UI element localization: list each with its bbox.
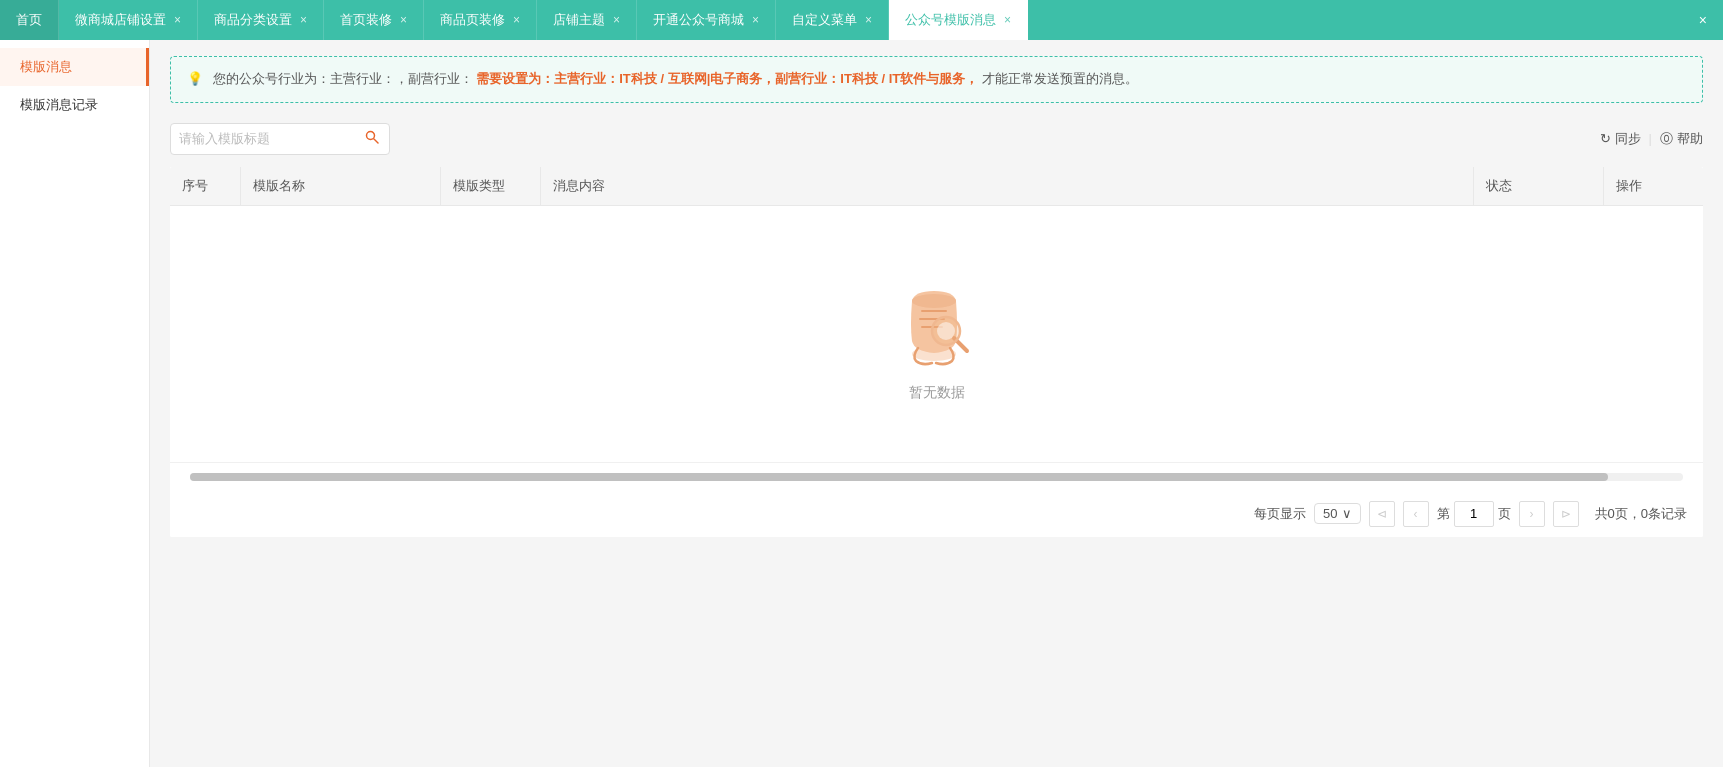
svg-point-3 [912,294,956,308]
page-label: 第 [1437,505,1450,523]
notice-icon: 💡 [187,69,203,90]
scrollbar-thumb[interactable] [190,473,1608,481]
notice-suffix: 才能正常发送预置的消息。 [982,71,1138,86]
main-layout: 模版消息 模版消息记录 💡 您的公众号行业为：主营行业：，副营行业： 需要设置为… [0,40,1723,767]
sync-label: 同步 [1615,130,1641,148]
nav-home-decor-close[interactable]: × [400,13,407,27]
nav-shop-theme-label: 店铺主题 [553,11,605,29]
search-icon [365,130,379,144]
nav-template-msg[interactable]: 公众号模版消息 × [889,0,1028,40]
page-size-label: 每页显示 [1254,505,1306,523]
col-action: 操作 [1603,167,1703,206]
nav-shop-setting[interactable]: 微商城店铺设置 × [59,0,198,40]
nav-category-setting[interactable]: 商品分类设置 × [198,0,324,40]
global-close-icon: × [1699,12,1707,28]
page-size-chevron: ∨ [1342,506,1352,521]
sidebar-template-msg-label: 模版消息 [20,59,72,74]
empty-illustration [882,266,992,376]
nav-shop-setting-close[interactable]: × [174,13,181,27]
help-button[interactable]: ⓪ 帮助 [1660,130,1703,148]
top-nav: 首页 微商城店铺设置 × 商品分类设置 × 首页装修 × 商品页装修 × 店铺主… [0,0,1723,40]
nav-spacer [1028,0,1683,40]
prev-page-button[interactable]: ‹ [1403,501,1429,527]
pagination: 每页显示 50 ∨ ⊲ ‹ 第 页 › ⊳ 共0页，0条记录 [170,491,1703,537]
nav-product-decor-close[interactable]: × [513,13,520,27]
page-input[interactable] [1454,501,1494,527]
total-label: 共0页，0条记录 [1595,505,1687,523]
nav-home[interactable]: 首页 [0,0,59,40]
search-button[interactable] [363,130,381,147]
svg-point-9 [937,322,955,340]
sidebar-item-template-record[interactable]: 模版消息记录 [0,86,149,124]
notice-prefix: 您的公众号行业为：主营行业：，副营行业： [213,71,473,86]
sync-button[interactable]: ↻ 同步 [1600,130,1641,148]
page-input-wrap: 第 页 [1437,501,1511,527]
nav-wechat-mall-close[interactable]: × [752,13,759,27]
toolbar-divider: | [1649,131,1652,146]
search-input-wrap[interactable] [170,123,390,155]
next-page-button[interactable]: › [1519,501,1545,527]
nav-home-label: 首页 [16,11,42,29]
help-label: 帮助 [1677,130,1703,148]
nav-product-decor-label: 商品页装修 [440,11,505,29]
nav-category-setting-label: 商品分类设置 [214,11,292,29]
svg-point-0 [367,132,375,140]
nav-template-msg-label: 公众号模版消息 [905,11,996,29]
scrollbar-track[interactable] [190,473,1683,481]
nav-shop-theme[interactable]: 店铺主题 × [537,0,637,40]
notice-highlight: 需要设置为：主营行业：IT科技 / 互联网|电子商务，副营行业：IT科技 / I… [476,71,978,86]
search-input[interactable] [179,131,363,146]
nav-shop-setting-label: 微商城店铺设置 [75,11,166,29]
last-page-button[interactable]: ⊳ [1553,501,1579,527]
nav-template-msg-close[interactable]: × [1004,13,1011,27]
global-close-button[interactable]: × [1683,0,1723,40]
sync-icon: ↻ [1600,131,1611,146]
page-size-select[interactable]: 50 ∨ [1314,503,1360,524]
notice-box: 💡 您的公众号行业为：主营行业：，副营行业： 需要设置为：主营行业：IT科技 /… [170,56,1703,103]
col-status: 状态 [1473,167,1603,206]
nav-wechat-mall-label: 开通公众号商城 [653,11,744,29]
col-type: 模版类型 [440,167,540,206]
nav-home-decor-label: 首页装修 [340,11,392,29]
nav-custom-menu-label: 自定义菜单 [792,11,857,29]
nav-custom-menu[interactable]: 自定义菜单 × [776,0,889,40]
nav-home-decor[interactable]: 首页装修 × [324,0,424,40]
nav-wechat-mall[interactable]: 开通公众号商城 × [637,0,776,40]
help-circle-icon: ⓪ [1660,130,1673,148]
sidebar: 模版消息 模版消息记录 [0,40,150,767]
toolbar-right: ↻ 同步 | ⓪ 帮助 [1600,130,1703,148]
page-size-value: 50 [1323,506,1337,521]
table-header: 序号 模版名称 模版类型 消息内容 状态 操作 [170,167,1703,206]
nav-custom-menu-close[interactable]: × [865,13,872,27]
sidebar-template-record-label: 模版消息记录 [20,97,98,112]
empty-icon [882,266,992,376]
page-unit: 页 [1498,505,1511,523]
first-page-button[interactable]: ⊲ [1369,501,1395,527]
svg-line-1 [374,139,378,143]
col-name: 模版名称 [240,167,440,206]
nav-category-close[interactable]: × [300,13,307,27]
nav-product-decor[interactable]: 商品页装修 × [424,0,537,40]
search-bar: ↻ 同步 | ⓪ 帮助 [170,123,1703,155]
empty-state: 暂无数据 [170,206,1703,462]
col-index: 序号 [170,167,240,206]
empty-text: 暂无数据 [909,384,965,402]
data-table: 序号 模版名称 模版类型 消息内容 状态 操作 [170,167,1703,206]
table-wrapper: 序号 模版名称 模版类型 消息内容 状态 操作 [170,167,1703,537]
scrollbar-area[interactable] [170,462,1703,491]
content-area: 💡 您的公众号行业为：主营行业：，副营行业： 需要设置为：主营行业：IT科技 /… [150,40,1723,767]
nav-shop-theme-close[interactable]: × [613,13,620,27]
sidebar-item-template-msg[interactable]: 模版消息 [0,48,149,86]
col-content: 消息内容 [540,167,1473,206]
